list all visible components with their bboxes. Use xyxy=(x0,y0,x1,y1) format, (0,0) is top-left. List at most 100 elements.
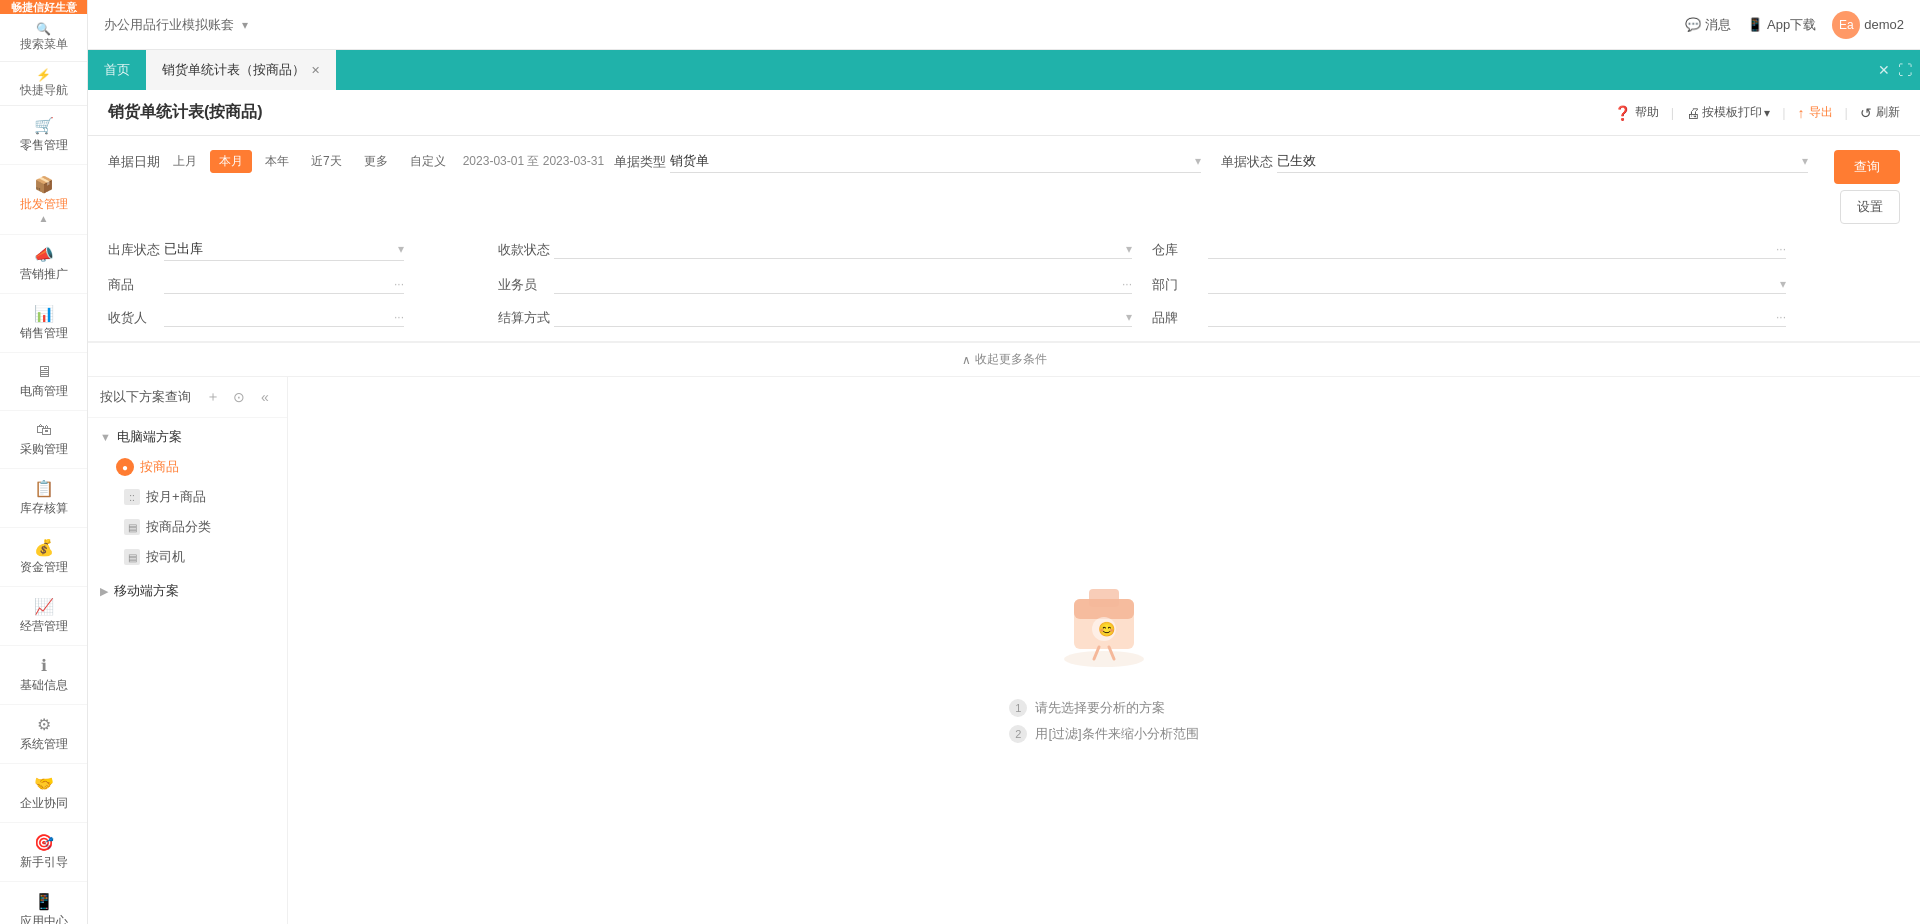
app-download-button[interactable]: 📱 App下载 xyxy=(1747,16,1816,34)
group-mobile-label: 移动端方案 xyxy=(114,582,179,600)
doc-status-value: 已生效 xyxy=(1277,152,1316,170)
user-area[interactable]: Ea demo2 xyxy=(1832,11,1904,39)
print-template-button[interactable]: 🖨 按模板打印 ▾ xyxy=(1686,104,1770,121)
query-button[interactable]: 查询 xyxy=(1834,150,1900,184)
sidebar-item-guide[interactable]: 🎯 新手引导 xyxy=(0,823,87,882)
tab-sales-stats-label: 销货单统计表（按商品） xyxy=(162,61,305,79)
brand-filter: 品牌 ··· xyxy=(1142,308,1796,327)
collection-status-select[interactable]: ▾ xyxy=(554,240,1132,259)
scheme-table-icon: ▤ xyxy=(124,519,140,535)
empty-state: 😊 1 请先选择要分析的方案 2 xyxy=(288,377,1920,924)
scheme-panel-title: 按以下方案查询 xyxy=(100,388,191,406)
sidebar-quicknav-item[interactable]: ⚡ 快捷导航 xyxy=(0,62,87,106)
wholesale-icon: 📦 xyxy=(34,175,54,194)
marketing-label: 营销推广 xyxy=(20,266,68,283)
scheme-group-desktop-header[interactable]: ▼ 电脑端方案 xyxy=(88,422,287,452)
scheme-group-mobile-header[interactable]: ▶ 移动端方案 xyxy=(88,576,287,606)
salesperson-filter: 业务员 ··· xyxy=(488,275,1142,294)
sidebar-item-retail[interactable]: 🛒 零售管理 xyxy=(0,106,87,165)
scheme-item-by-product[interactable]: ● 按商品 xyxy=(88,452,287,482)
quicknav-icon: ⚡ xyxy=(36,68,51,82)
scheme-item-by-driver[interactable]: ▤ 按司机 xyxy=(88,542,287,572)
page-actions: ❓ 帮助 | 🖨 按模板打印 ▾ | ↑ 导出 | ↺ 刷新 xyxy=(1614,104,1900,133)
sidebar-item-inventory[interactable]: 📋 库存核算 xyxy=(0,469,87,528)
message-label: 消息 xyxy=(1705,16,1731,34)
sidebar-item-ecommerce[interactable]: 🖥 电商管理 xyxy=(0,353,87,411)
sidebar-item-operation[interactable]: 📈 经营管理 xyxy=(0,587,87,646)
warehouse-input[interactable]: ··· xyxy=(1208,240,1786,259)
scheme-grid-icon: :: xyxy=(124,489,140,505)
divider-2: | xyxy=(1782,105,1785,120)
edit-scheme-button[interactable]: ⊙ xyxy=(229,387,249,407)
doc-type-select[interactable]: 销货单 ▾ xyxy=(670,150,1201,173)
refresh-button[interactable]: ↺ 刷新 xyxy=(1860,104,1900,121)
brand-label: 品牌 xyxy=(1152,309,1208,327)
department-select[interactable]: ▾ xyxy=(1208,275,1786,294)
sidebar-item-wholesale[interactable]: 📦 批发管理 ▲ xyxy=(0,165,87,235)
sidebar-search-item[interactable]: 🔍 搜索菜单 xyxy=(0,14,87,62)
tab-sales-stats[interactable]: 销货单统计表（按商品） ✕ xyxy=(146,50,336,90)
sidebar-item-basic[interactable]: ℹ 基础信息 xyxy=(0,646,87,705)
avatar: Ea xyxy=(1832,11,1860,39)
scheme-by-month-product-label: 按月+商品 xyxy=(146,488,206,506)
salesperson-more-icon: ··· xyxy=(1122,277,1132,291)
salesperson-label: 业务员 xyxy=(498,276,554,294)
tab-home[interactable]: 首页 xyxy=(88,50,146,90)
maximize-window-icon[interactable]: ⛶ xyxy=(1898,62,1912,78)
date-btn-custom[interactable]: 自定义 xyxy=(401,150,455,173)
payment-method-label: 结算方式 xyxy=(498,309,554,327)
topbar-dropdown-icon[interactable]: ▾ xyxy=(242,18,248,32)
query-button-group: 查询 设置 xyxy=(1834,150,1900,224)
tip-num-1: 1 xyxy=(1009,699,1027,717)
date-btn-more[interactable]: 更多 xyxy=(355,150,397,173)
add-scheme-button[interactable]: ＋ xyxy=(203,387,223,407)
collapse-bar[interactable]: ∧ 收起更多条件 xyxy=(88,342,1920,376)
tab-close-icon[interactable]: ✕ xyxy=(311,64,320,77)
sidebar-item-sales[interactable]: 📊 销售管理 xyxy=(0,294,87,353)
close-window-icon[interactable]: ✕ xyxy=(1878,62,1890,78)
out-status-select[interactable]: 已出库 ▾ xyxy=(164,238,404,261)
export-button[interactable]: ↑ 导出 xyxy=(1798,104,1833,121)
export-label: 导出 xyxy=(1809,104,1833,121)
date-btn-last-month[interactable]: 上月 xyxy=(164,150,206,173)
collection-status-chevron-icon: ▾ xyxy=(1126,242,1132,256)
sidebar-item-purchase[interactable]: 🛍 采购管理 xyxy=(0,411,87,469)
out-status-chevron-icon: ▾ xyxy=(398,242,404,256)
app-download-label: App下载 xyxy=(1767,16,1816,34)
warehouse-more-icon: ··· xyxy=(1776,242,1786,256)
collection-status-filter: 收款状态 ▾ xyxy=(488,240,1142,259)
sidebar-item-enterprise[interactable]: 🤝 企业协同 xyxy=(0,764,87,823)
page-content: 销货单统计表(按商品) ❓ 帮助 | 🖨 按模板打印 ▾ | ↑ 导出 | xyxy=(88,90,1920,924)
sidebar-item-appcenter[interactable]: 📱 应用中心 xyxy=(0,882,87,924)
product-input[interactable]: ··· xyxy=(164,275,404,294)
app-logo[interactable]: 畅捷信好生意 xyxy=(0,0,87,14)
doc-status-select[interactable]: 已生效 ▾ xyxy=(1277,150,1808,173)
wholesale-label: 批发管理 xyxy=(20,196,68,213)
date-btn-last7[interactable]: 近7天 xyxy=(302,150,351,173)
date-btn-this-year[interactable]: 本年 xyxy=(256,150,298,173)
finance-icon: 💰 xyxy=(34,538,54,557)
payment-method-select[interactable]: ▾ xyxy=(554,308,1132,327)
brand-more-icon: ··· xyxy=(1776,310,1786,324)
message-button[interactable]: 💬 消息 xyxy=(1685,16,1731,34)
salesperson-input[interactable]: ··· xyxy=(554,275,1132,294)
collapse-scheme-button[interactable]: « xyxy=(255,387,275,407)
brand-input[interactable]: ··· xyxy=(1208,308,1786,327)
sidebar-item-finance[interactable]: 💰 资金管理 xyxy=(0,528,87,587)
doc-status-label: 单据状态 xyxy=(1221,153,1277,171)
tip-text-2: 用[过滤]条件来缩小分析范围 xyxy=(1035,725,1198,743)
app-download-icon: 📱 xyxy=(1747,17,1763,32)
help-button[interactable]: ❓ 帮助 xyxy=(1614,104,1659,121)
sidebar-item-marketing[interactable]: 📣 营销推广 xyxy=(0,235,87,294)
settings-button[interactable]: 设置 xyxy=(1840,190,1900,224)
date-filter-label: 单据日期 xyxy=(108,153,164,171)
tabbar: 首页 销货单统计表（按商品） ✕ ✕ ⛶ xyxy=(88,50,1920,90)
scheme-item-by-month-product[interactable]: :: 按月+商品 xyxy=(88,482,287,512)
date-btn-this-month[interactable]: 本月 xyxy=(210,150,252,173)
basic-icon: ℹ xyxy=(41,656,47,675)
sidebar-item-system[interactable]: ⚙ 系统管理 xyxy=(0,705,87,764)
recipient-input[interactable]: ··· xyxy=(164,308,404,327)
wholesale-arrow: ▲ xyxy=(39,213,49,224)
doc-status-chevron-icon: ▾ xyxy=(1802,154,1808,168)
scheme-item-by-category[interactable]: ▤ 按商品分类 xyxy=(88,512,287,542)
